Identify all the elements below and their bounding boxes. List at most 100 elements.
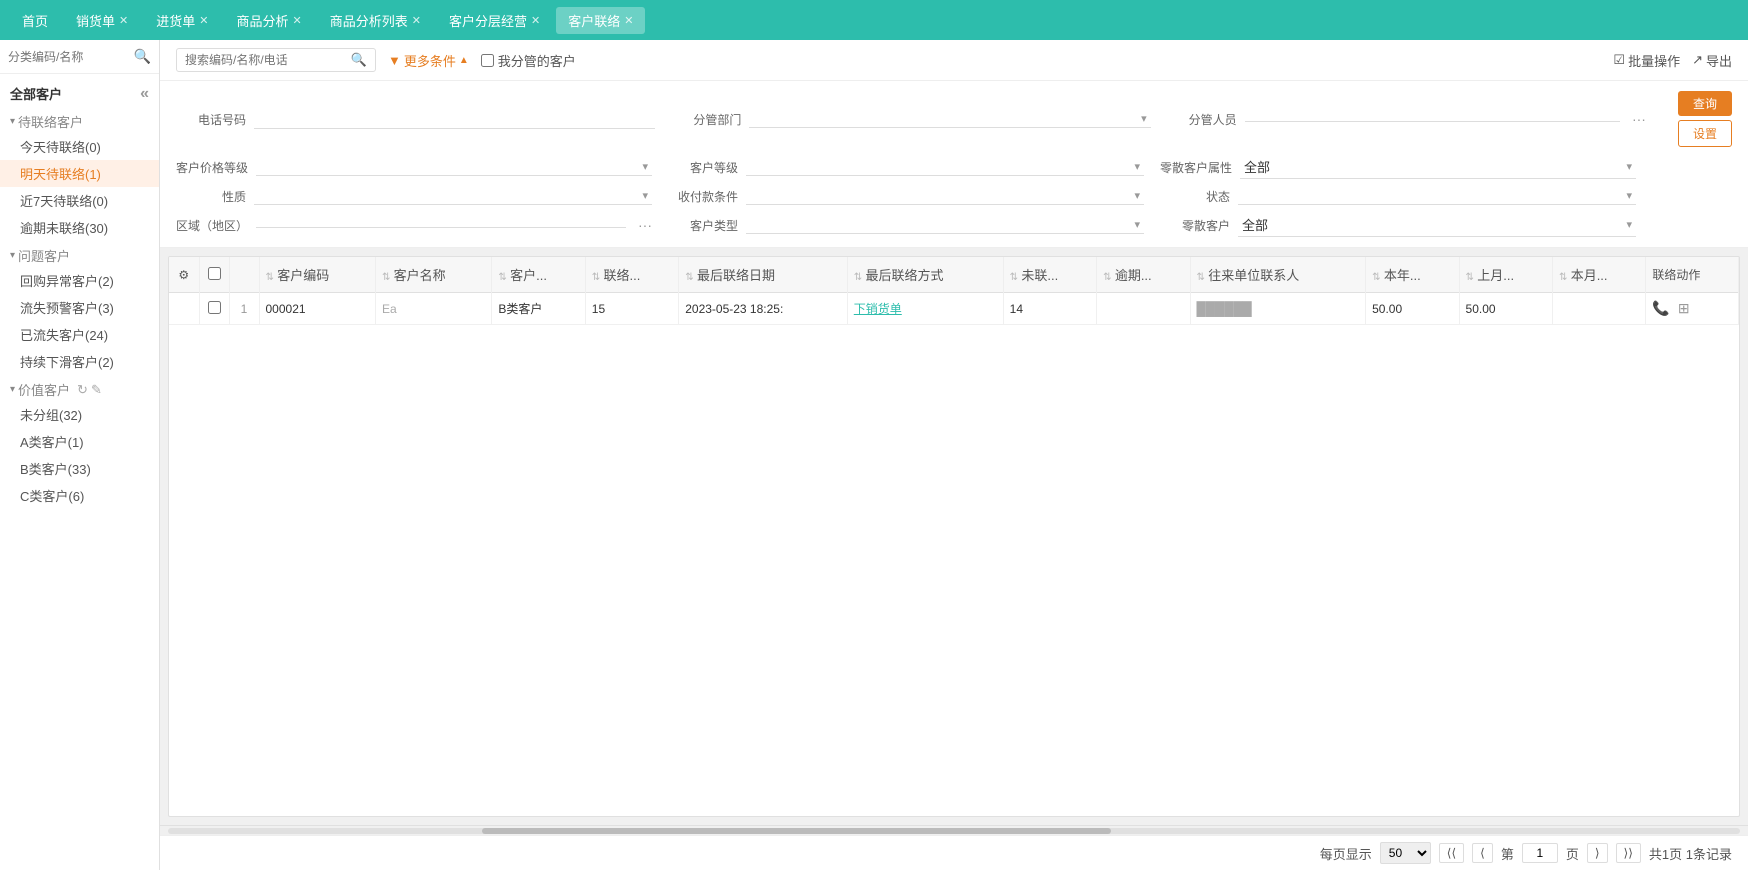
search-input[interactable] [185,53,347,67]
sidebar-search-input[interactable] [8,50,130,64]
sidebar-item-ungrouped[interactable]: 未分组(32) [0,401,159,428]
settings-btn[interactable]: 设置 [1678,120,1732,147]
sidebar-search-icon[interactable]: 🔍 [134,48,151,65]
next-page-btn[interactable]: ⟩ [1587,843,1608,863]
filter-select-retail[interactable]: 全部 ▾ [1238,213,1636,237]
action-phone-icon[interactable]: 📞 [1652,300,1669,317]
nav-close-sales[interactable]: ✕ [119,14,128,27]
th-this-year[interactable]: ⇅ 本年... [1366,257,1459,293]
sidebar-item-overdue[interactable]: 逾期未联络(30) [0,214,159,241]
th-gear[interactable]: ⚙ [169,257,199,293]
row-contact-person: ██████ [1190,293,1366,325]
filter-label-region: 区域（地区） [176,217,248,234]
filter-select-retail-attr[interactable]: 全部 ▾ [1240,155,1636,179]
bottom-scrollbar[interactable] [160,825,1748,835]
nav-purchase[interactable]: 进货单 ✕ [144,7,220,34]
tree-group-problem[interactable]: 问题客户 [0,241,159,267]
filter-input-region[interactable] [256,223,626,228]
nav-close-product-analysis[interactable]: ✕ [293,14,302,27]
filter-customer-type: 客户类型 ▾ [668,216,1144,234]
nav-customer-segmentation[interactable]: 客户分层经营 ✕ [437,7,552,34]
th-contact-person[interactable]: ⇅ 往来单位联系人 [1190,257,1366,293]
select-all-checkbox[interactable] [208,267,221,280]
th-last-method[interactable]: ⇅ 最后联络方式 [847,257,1003,293]
sidebar-item-7days[interactable]: 近7天待联络(0) [0,187,159,214]
sidebar-item-today[interactable]: 今天待联络(0) [0,133,159,160]
dots-region-icon[interactable]: ··· [638,217,652,233]
last-page-btn[interactable]: ⟩⟩ [1616,843,1641,863]
th-contact[interactable]: ⇅ 联络... [585,257,678,293]
more-filters-btn[interactable]: ▼ 更多条件 ▲ [388,51,469,70]
sidebar-item-churn-warning[interactable]: 流失预警客户(3) [0,294,159,321]
scroll-container: ⚙ ⇅ 客户编码 ⇅ 客户名称 ⇅ 客户... ⇅ 联络... ⇅ 最后联络日期… [160,248,1748,870]
top-nav: 首页 销货单 ✕ 进货单 ✕ 商品分析 ✕ 商品分析列表 ✕ 客户分层经营 ✕ … [0,0,1748,40]
filter-select-price-level[interactable]: ▾ [256,158,652,176]
filter-select-status[interactable]: ▾ [1238,187,1636,205]
row-checkbox[interactable] [199,293,229,325]
row-code: 000021 [259,293,375,325]
my-customers-check[interactable] [481,54,494,67]
sidebar-item-class-c[interactable]: C类客户(6) [0,482,159,509]
tree-group-value[interactable]: 价值客户 ↻ ✎ [0,375,159,401]
th-code[interactable]: ⇅ 客户编码 [259,257,375,293]
th-type[interactable]: ⇅ 客户... [492,257,585,293]
page-size-select[interactable]: 50 10 20 100 [1380,842,1431,864]
nav-home[interactable]: 首页 [10,7,60,34]
value-refresh-icon[interactable]: ↻ [77,382,88,398]
th-this-month[interactable]: ⇅ 本月... [1552,257,1645,293]
prev-page-btn[interactable]: ⟨ [1472,843,1493,863]
filter-row-1: 电话号码 分管部门 ▾ 分管人员 ··· 查询 设置 [176,91,1732,147]
sidebar-search-wrap: 🔍 [0,40,159,74]
page-number-input[interactable] [1522,843,1558,863]
nav-close-contact[interactable]: ✕ [624,14,633,27]
nav-sales-order[interactable]: 销货单 ✕ [64,7,140,34]
dots-manager-icon[interactable]: ··· [1632,111,1646,127]
filter-select-customer-type[interactable]: ▾ [746,216,1144,234]
filter-payment-terms: 收付款条件 ▾ [668,187,1144,205]
sidebar-item-churned[interactable]: 已流失客户(24) [0,321,159,348]
sidebar-item-declining[interactable]: 持续下滑客户(2) [0,348,159,375]
filter-select-payment-terms[interactable]: ▾ [746,187,1144,205]
export-icon: ↗ [1692,52,1703,68]
nav-close-segmentation[interactable]: ✕ [531,14,540,27]
sidebar-item-class-b[interactable]: B类客户(33) [0,455,159,482]
row-actions: 📞 ⊞ [1646,293,1739,325]
filter-label-customer-level: 客户等级 [668,159,738,176]
value-edit-icon[interactable]: ✎ [91,382,102,398]
export-btn[interactable]: ↗ 导出 [1692,51,1732,70]
filter-row-2: 客户价格等级 ▾ 客户等级 ▾ 零散客户属性 全部 [176,155,1732,179]
th-overdue[interactable]: ⇅ 逾期... [1097,257,1190,293]
nav-product-analysis-list[interactable]: 商品分析列表 ✕ [318,7,433,34]
filter-select-dept[interactable]: ▾ [749,110,1150,128]
filter-input-manager[interactable] [1245,117,1620,122]
filter-input-phone[interactable] [254,110,655,129]
nav-product-analysis[interactable]: 商品分析 ✕ [224,7,313,34]
nav-close-product-list[interactable]: ✕ [412,14,421,27]
query-btn[interactable]: 查询 [1678,91,1732,116]
th-last-month[interactable]: ⇅ 上月... [1459,257,1552,293]
first-page-btn[interactable]: ⟨⟨ [1439,843,1464,863]
action-grid-icon[interactable]: ⊞ [1678,300,1690,317]
batch-op-btn[interactable]: ☑ 批量操作 [1613,51,1680,70]
nav-customer-contact[interactable]: 客户联络 ✕ [556,7,645,34]
row-check[interactable] [208,301,221,314]
tree-group-pending[interactable]: 待联络客户 [0,107,159,133]
filter-actions: 查询 设置 [1678,91,1732,147]
sidebar-item-tomorrow[interactable]: 明天待联络(1) [0,160,159,187]
search-submit-icon[interactable]: 🔍 [351,52,367,68]
filter-select-nature[interactable]: ▾ [254,187,652,205]
th-name[interactable]: ⇅ 客户名称 [375,257,491,293]
th-uncontacted[interactable]: ⇅ 未联... [1003,257,1096,293]
nav-close-purchase[interactable]: ✕ [199,14,208,27]
search-bar: 🔍 ▼ 更多条件 ▲ 我分管的客户 ☑ 批量操作 ↗ 导出 [160,40,1748,81]
th-last-date[interactable]: ⇅ 最后联络日期 [679,257,848,293]
filter-manager: 分管人员 ··· [1167,111,1646,128]
sidebar-item-repurchase-abnormal[interactable]: 回购异常客户(2) [0,267,159,294]
my-customers-checkbox[interactable]: 我分管的客户 [481,51,576,70]
row-last-method[interactable]: 下销货单 [847,293,1003,325]
collapse-icon[interactable]: « [140,85,149,103]
filter-select-customer-level[interactable]: ▾ [746,158,1144,176]
sidebar-item-class-a[interactable]: A类客户(1) [0,428,159,455]
tree-all-customers[interactable]: 全部客户 « [0,80,159,107]
row-gear[interactable] [169,293,199,325]
